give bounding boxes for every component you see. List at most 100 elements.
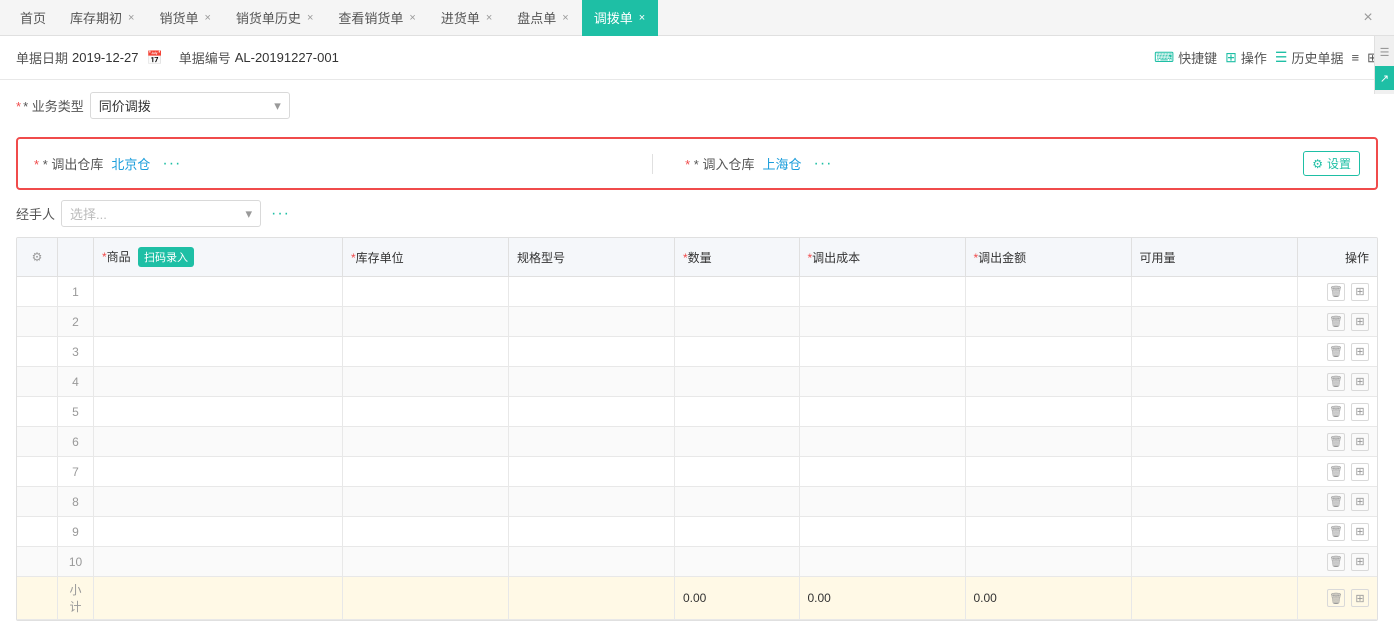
row-copy-icon[interactable]: ⊞ xyxy=(1351,313,1369,331)
row-delete-icon[interactable]: 🗑 xyxy=(1327,493,1345,511)
td-product[interactable] xyxy=(94,427,343,457)
business-type-select[interactable]: 同价调拨 ▾ xyxy=(90,92,290,119)
td-product[interactable] xyxy=(94,487,343,517)
td-cost[interactable] xyxy=(799,397,965,427)
transfer-in-dots-button[interactable]: ··· xyxy=(813,155,832,173)
row-delete-icon[interactable]: 🗑 xyxy=(1327,343,1345,361)
tab-close-purchase-order[interactable]: × xyxy=(486,12,492,24)
td-spec[interactable] xyxy=(509,457,675,487)
tab-home[interactable]: 首页 xyxy=(8,0,58,36)
td-cost[interactable] xyxy=(799,337,965,367)
td-amount[interactable] xyxy=(965,337,1131,367)
td-spec[interactable] xyxy=(509,547,675,577)
row-delete-icon[interactable]: 🗑 xyxy=(1327,313,1345,331)
td-unit[interactable] xyxy=(343,397,509,427)
table-gear-icon[interactable]: ⚙ xyxy=(25,245,49,269)
shortcut-button[interactable]: ⌨ 快捷键 xyxy=(1154,48,1217,67)
row-copy-icon[interactable]: ⊞ xyxy=(1351,523,1369,541)
td-product[interactable] xyxy=(94,547,343,577)
subtotal-copy-icon[interactable]: ⊞ xyxy=(1351,589,1369,607)
tab-close-sales-order[interactable]: × xyxy=(204,12,210,24)
row-delete-icon[interactable]: 🗑 xyxy=(1327,433,1345,451)
row-copy-icon[interactable]: ⊞ xyxy=(1351,343,1369,361)
td-cost[interactable] xyxy=(799,487,965,517)
td-spec[interactable] xyxy=(509,517,675,547)
row-copy-icon[interactable]: ⊞ xyxy=(1351,433,1369,451)
td-product[interactable] xyxy=(94,517,343,547)
tab-purchase-order[interactable]: 进货单 × xyxy=(429,0,505,36)
td-avail[interactable] xyxy=(1131,277,1297,307)
td-amount[interactable] xyxy=(965,277,1131,307)
td-product[interactable] xyxy=(94,367,343,397)
sidebar-link-icon[interactable]: ↗ xyxy=(1375,66,1394,90)
row-delete-icon[interactable]: 🗑 xyxy=(1327,523,1345,541)
tab-view-sales[interactable]: 查看销货单 × xyxy=(326,0,428,36)
td-spec[interactable] xyxy=(509,307,675,337)
transfer-out-dots-button[interactable]: ··· xyxy=(162,155,181,173)
td-avail[interactable] xyxy=(1131,397,1297,427)
td-cost[interactable] xyxy=(799,307,965,337)
td-unit[interactable] xyxy=(343,277,509,307)
td-spec[interactable] xyxy=(509,337,675,367)
tab-sales-order[interactable]: 销货单 × xyxy=(147,0,223,36)
td-spec[interactable] xyxy=(509,487,675,517)
sidebar-list-icon[interactable]: ☰ xyxy=(1375,40,1394,64)
table-scroll-area[interactable]: ⚙ *商品 扫码录入 *库存单位 规格型号 *数量 *调出成本 xyxy=(17,238,1377,620)
td-unit[interactable] xyxy=(343,307,509,337)
td-avail[interactable] xyxy=(1131,307,1297,337)
td-unit[interactable] xyxy=(343,487,509,517)
row-delete-icon[interactable]: 🗑 xyxy=(1327,463,1345,481)
td-spec[interactable] xyxy=(509,367,675,397)
td-cost[interactable] xyxy=(799,367,965,397)
td-cost[interactable] xyxy=(799,517,965,547)
td-avail[interactable] xyxy=(1131,517,1297,547)
row-delete-icon[interactable]: 🗑 xyxy=(1327,373,1345,391)
td-avail[interactable] xyxy=(1131,547,1297,577)
td-unit[interactable] xyxy=(343,337,509,367)
row-copy-icon[interactable]: ⊞ xyxy=(1351,463,1369,481)
view-list-button[interactable]: ≡ xyxy=(1352,50,1360,65)
tab-transfer-order[interactable]: 调拨单 × xyxy=(582,0,658,36)
td-spec[interactable] xyxy=(509,277,675,307)
td-avail[interactable] xyxy=(1131,367,1297,397)
scan-button[interactable]: 扫码录入 xyxy=(138,247,194,267)
tab-close-inventory-count[interactable]: × xyxy=(562,12,568,24)
td-cost[interactable] xyxy=(799,547,965,577)
tab-inventory-count[interactable]: 盘点单 × xyxy=(505,0,581,36)
td-avail[interactable] xyxy=(1131,337,1297,367)
td-amount[interactable] xyxy=(965,307,1131,337)
td-qty[interactable] xyxy=(675,277,800,307)
row-copy-icon[interactable]: ⊞ xyxy=(1351,493,1369,511)
td-product[interactable] xyxy=(94,457,343,487)
row-copy-icon[interactable]: ⊞ xyxy=(1351,283,1369,301)
row-delete-icon[interactable]: 🗑 xyxy=(1327,283,1345,301)
td-qty[interactable] xyxy=(675,397,800,427)
td-product[interactable] xyxy=(94,337,343,367)
td-cost[interactable] xyxy=(799,427,965,457)
td-spec[interactable] xyxy=(509,397,675,427)
td-amount[interactable] xyxy=(965,457,1131,487)
td-qty[interactable] xyxy=(675,487,800,517)
td-qty[interactable] xyxy=(675,547,800,577)
td-product[interactable] xyxy=(94,307,343,337)
td-cost[interactable] xyxy=(799,277,965,307)
td-qty[interactable] xyxy=(675,337,800,367)
td-cost[interactable] xyxy=(799,457,965,487)
tab-close-view-sales[interactable]: × xyxy=(409,12,415,24)
row-delete-icon[interactable]: 🗑 xyxy=(1327,403,1345,421)
transfer-in-value[interactable]: 上海仓 xyxy=(762,154,801,173)
handler-dots-button[interactable]: ··· xyxy=(271,205,290,223)
td-qty[interactable] xyxy=(675,427,800,457)
td-amount[interactable] xyxy=(965,367,1131,397)
transfer-out-value[interactable]: 北京仓 xyxy=(111,154,150,173)
td-amount[interactable] xyxy=(965,427,1131,457)
doc-date-value[interactable]: 2019-12-27 xyxy=(72,50,139,65)
tab-sales-history[interactable]: 销货单历史 × xyxy=(224,0,326,36)
history-button[interactable]: ☰ 历史单据 xyxy=(1275,48,1344,67)
row-copy-icon[interactable]: ⊞ xyxy=(1351,373,1369,391)
td-product[interactable] xyxy=(94,277,343,307)
td-qty[interactable] xyxy=(675,307,800,337)
td-qty[interactable] xyxy=(675,457,800,487)
td-amount[interactable] xyxy=(965,547,1131,577)
handler-select[interactable]: 选择... ▾ xyxy=(61,200,261,227)
